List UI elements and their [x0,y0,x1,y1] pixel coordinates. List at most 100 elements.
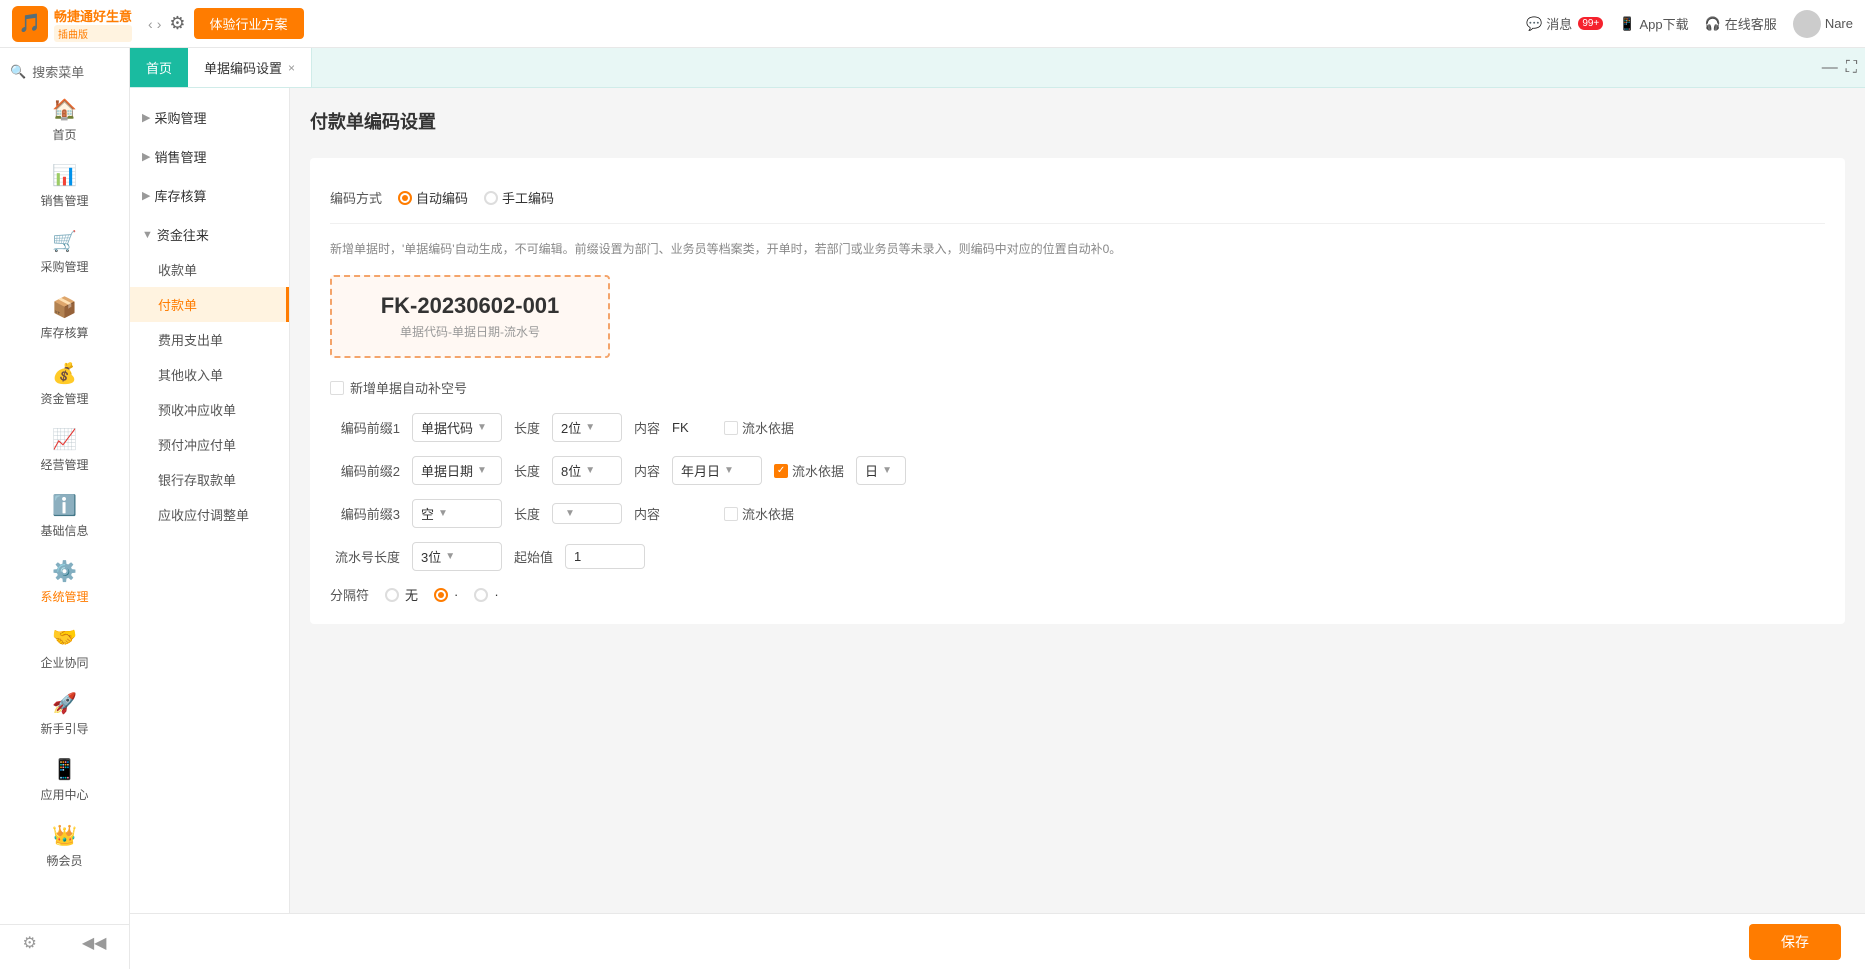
preview-code: FK-20230602-001 [356,293,584,319]
bottom-bar: 保存 [130,913,1865,969]
settings-bottom-icon[interactable]: ⚙ [23,933,37,953]
vip-icon: 👑 [52,823,77,848]
length1-select[interactable]: 2位 ▼ [552,413,622,442]
stream3-checkbox[interactable] [724,507,738,521]
preview-box: FK-20230602-001 单据代码-单据日期-流水号 [330,275,610,358]
sub-item-pre-receipt[interactable]: 预收冲应收单 [130,392,289,427]
sidebar-item-vip[interactable]: 👑 畅会员 [0,813,129,879]
info-text: 新增单据时，'单据编码'自动生成，不可编辑。前缀设置为部门、业务员等档案类，开单… [330,240,1825,259]
sidebar-item-enterprise[interactable]: 🤝 企业协同 [0,615,129,681]
prefix3-row: 编码前缀3 空 ▼ 长度 ▼ 内容 [330,499,1825,528]
arrow-right-icon: ▶ [142,150,150,163]
settings-icon[interactable]: ⚙ [169,13,185,34]
sub-item-payment[interactable]: 付款单 [130,287,289,322]
length3-select[interactable]: ▼ [552,503,622,524]
sidebar-item-sales[interactable]: 📊 销售管理 [0,153,129,219]
nav-back-icon[interactable]: ‹ [148,16,153,32]
maximize-icon[interactable]: ⛶ [1846,59,1857,77]
online-service-button[interactable]: 🎧 在线客服 [1705,14,1777,33]
stream1-checkbox[interactable] [724,421,738,435]
manual-code-radio[interactable]: 手工编码 [484,188,554,207]
sidebar-item-base[interactable]: ℹ️ 基础信息 [0,483,129,549]
day-select[interactable]: 日 ▼ [856,456,906,485]
content2-select[interactable]: 年月日 ▼ [672,456,762,485]
sub-item-expense[interactable]: 费用支出单 [130,322,289,357]
sub-item-adjust[interactable]: 应收应付调整单 [130,497,289,532]
finance-icon: 💰 [52,361,77,386]
sep-label: 分隔符 [330,585,369,604]
sidebar-item-inventory[interactable]: 📦 库存核算 [0,285,129,351]
message-button[interactable]: 💬 消息 99+ [1526,14,1603,33]
main-content: 付款单编码设置 编码方式 自动编码 手工编码 [290,88,1865,913]
tab-close-icon[interactable]: × [288,61,295,75]
main-layout: 🔍 搜索菜单 🏠 首页 📊 销售管理 🛒 采购管理 📦 库存核算 💰 资金管理 … [0,48,1865,969]
tab-encoding-settings[interactable]: 单据编码设置 × [188,48,312,87]
base-icon: ℹ️ [52,493,77,518]
arrow-right-icon: ▶ [142,189,150,202]
save-button[interactable]: 保存 [1749,924,1841,960]
serial-select[interactable]: 3位 ▼ [412,542,502,571]
sep-none-radio[interactable]: 无 [385,585,418,604]
sub-group-inventory-title[interactable]: ▶ 库存核算 [130,178,289,213]
content2-dropdown-icon: ▼ [724,465,734,476]
apps-icon: 📱 [52,757,77,782]
start-value-input[interactable] [565,544,645,569]
length2-select[interactable]: 8位 ▼ [552,456,622,485]
prefix2-dropdown-icon: ▼ [477,465,487,476]
sidebar-item-operations[interactable]: 📈 经营管理 [0,417,129,483]
sidebar-item-system[interactable]: ⚙️ 系统管理 [0,549,129,615]
sidebar-search[interactable]: 🔍 搜索菜单 [0,56,129,87]
sub-sidebar: ▶ 采购管理 ▶ 销售管理 ▶ 库存核算 [130,88,290,913]
prefix2-label: 编码前缀2 [330,461,400,480]
sub-item-pre-payment[interactable]: 预付冲应付单 [130,427,289,462]
sidebar-item-purchase[interactable]: 🛒 采购管理 [0,219,129,285]
avatar [1793,10,1821,38]
system-icon: ⚙️ [52,559,77,584]
sub-group-purchase-title[interactable]: ▶ 采购管理 [130,100,289,135]
sub-item-other-income[interactable]: 其他收入单 [130,357,289,392]
tab-bar-actions: — ⛶ [1822,59,1865,77]
sidebar-item-apps[interactable]: 📱 应用中心 [0,747,129,813]
minimize-icon[interactable]: — [1822,59,1838,77]
user-profile[interactable]: Nare [1793,10,1853,38]
sub-item-bank[interactable]: 银行存取款单 [130,462,289,497]
content2-label: 内容 [634,461,660,480]
sales-icon: 📊 [52,163,77,188]
nav-forward-icon[interactable]: › [157,16,162,32]
sub-group-sales-title[interactable]: ▶ 销售管理 [130,139,289,174]
nav-arrows: ‹ › [148,16,161,32]
trial-button[interactable]: 体验行业方案 [194,8,304,39]
auto-code-radio[interactable]: 自动编码 [398,188,468,207]
auto-fill-label: 新增单据自动补空号 [350,378,467,397]
sub-item-receipt[interactable]: 收款单 [130,252,289,287]
serial-label: 流水号长度 [330,547,400,566]
sidebar-bottom: ⚙ ◀◀ [0,924,129,961]
length3-dropdown-icon: ▼ [565,508,575,519]
stream2-checkbox-group: ✓ 流水依据 [774,461,844,480]
start-label: 起始值 [514,547,553,566]
page-title: 付款单编码设置 [310,108,1845,134]
prefix3-dropdown-icon: ▼ [438,508,448,519]
logo-area: 🎵 畅捷通好生意 插曲版 [12,6,132,42]
encoding-method-row: 编码方式 自动编码 手工编码 [330,178,1825,224]
prefix2-select[interactable]: 单据日期 ▼ [412,456,502,485]
prefix3-select[interactable]: 空 ▼ [412,499,502,528]
prefix1-select[interactable]: 单据代码 ▼ [412,413,502,442]
purchase-icon: 🛒 [52,229,77,254]
logo-text: 畅捷通好生意 插曲版 [54,6,132,42]
auto-fill-checkbox[interactable] [330,381,344,395]
stream2-checkbox[interactable]: ✓ [774,464,788,478]
sep-dot-radio[interactable]: · [434,587,458,602]
sub-group-capital-title[interactable]: ▼ 资金往来 [130,217,289,252]
tab-home[interactable]: 首页 [130,48,188,87]
home-icon: 🏠 [52,97,77,122]
sidebar-item-finance[interactable]: 💰 资金管理 [0,351,129,417]
collapse-icon[interactable]: ◀◀ [82,933,107,953]
top-bar: 🎵 畅捷通好生意 插曲版 ‹ › ⚙ 体验行业方案 💬 消息 99+ 📱 App… [0,0,1865,48]
sep-dash-radio[interactable]: · [474,587,498,602]
arrow-right-icon: ▶ [142,111,150,124]
sidebar-item-home[interactable]: 🏠 首页 [0,87,129,153]
sidebar-item-guide[interactable]: 🚀 新手引导 [0,681,129,747]
app-download-button[interactable]: 📱 App下载 [1619,14,1688,33]
message-icon: 💬 [1526,16,1542,32]
